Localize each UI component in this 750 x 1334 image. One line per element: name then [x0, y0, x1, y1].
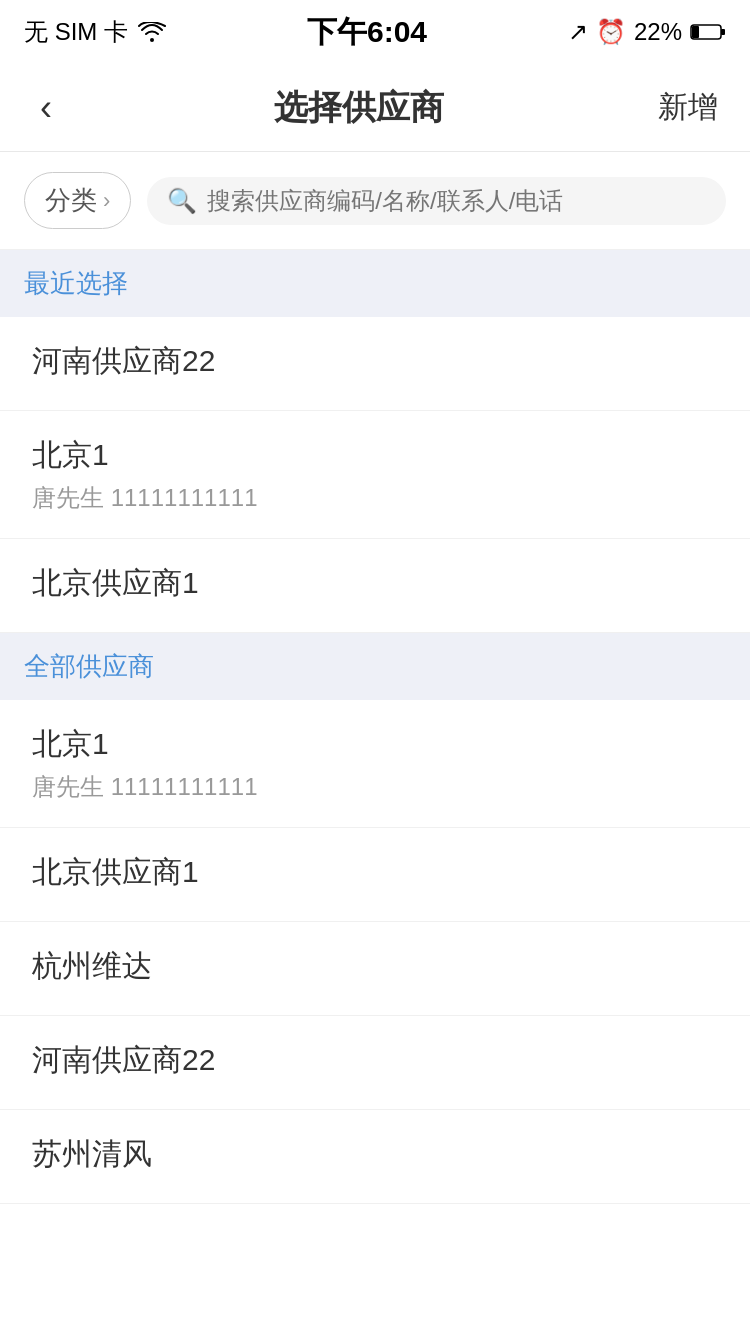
search-icon: 🔍: [167, 187, 197, 215]
svg-rect-2: [692, 26, 699, 38]
item-name: 北京1: [32, 435, 718, 476]
item-name: 北京供应商1: [32, 563, 718, 604]
battery-icon: [690, 23, 726, 41]
list-item[interactable]: 北京1 唐先生 11111111111: [0, 700, 750, 828]
category-label: 分类: [45, 183, 97, 218]
list-item[interactable]: 北京供应商1: [0, 539, 750, 633]
status-time: 下午6:04: [307, 12, 427, 53]
category-filter-button[interactable]: 分类 ›: [24, 172, 131, 229]
svg-rect-1: [721, 29, 725, 35]
battery-label: 22%: [634, 18, 682, 46]
wifi-icon: [138, 22, 166, 42]
new-action-button[interactable]: 新增: [658, 87, 718, 128]
page-title: 选择供应商: [274, 85, 444, 131]
item-name: 北京供应商1: [32, 852, 718, 893]
status-left: 无 SIM 卡: [24, 16, 166, 48]
item-name: 河南供应商22: [32, 1040, 718, 1081]
list-item[interactable]: 北京供应商1: [0, 828, 750, 922]
list-item[interactable]: 河南供应商22: [0, 1016, 750, 1110]
list-item[interactable]: 河南供应商22: [0, 317, 750, 411]
chevron-right-icon: ›: [103, 188, 110, 214]
item-name: 河南供应商22: [32, 341, 718, 382]
filter-bar: 分类 › 🔍: [0, 152, 750, 250]
item-name: 杭州维达: [32, 946, 718, 987]
section-header-text-recent: 最近选择: [24, 268, 128, 298]
no-sim-label: 无 SIM 卡: [24, 16, 128, 48]
section-header-recent: 最近选择: [0, 250, 750, 317]
supplier-list: 最近选择河南供应商22 北京1 唐先生 11111111111 北京供应商1 全部供应商…: [0, 250, 750, 1204]
list-item[interactable]: 杭州维达: [0, 922, 750, 1016]
nav-bar: ‹ 选择供应商 新增: [0, 64, 750, 152]
item-sub: 唐先生 11111111111: [32, 771, 718, 803]
section-header-text-all: 全部供应商: [24, 651, 154, 681]
search-box: 🔍: [147, 177, 726, 225]
status-right: ↗ ⏰ 22%: [568, 18, 726, 46]
status-bar: 无 SIM 卡 下午6:04 ↗ ⏰ 22%: [0, 0, 750, 64]
item-name: 北京1: [32, 724, 718, 765]
alarm-icon: ⏰: [596, 18, 626, 46]
location-icon: ↗: [568, 18, 588, 46]
list-item[interactable]: 北京1 唐先生 11111111111: [0, 411, 750, 539]
back-button[interactable]: ‹: [32, 79, 60, 137]
item-sub: 唐先生 11111111111: [32, 482, 718, 514]
list-item[interactable]: 苏州清风: [0, 1110, 750, 1204]
search-input[interactable]: [207, 187, 706, 215]
item-name: 苏州清风: [32, 1134, 718, 1175]
section-header-all: 全部供应商: [0, 633, 750, 700]
